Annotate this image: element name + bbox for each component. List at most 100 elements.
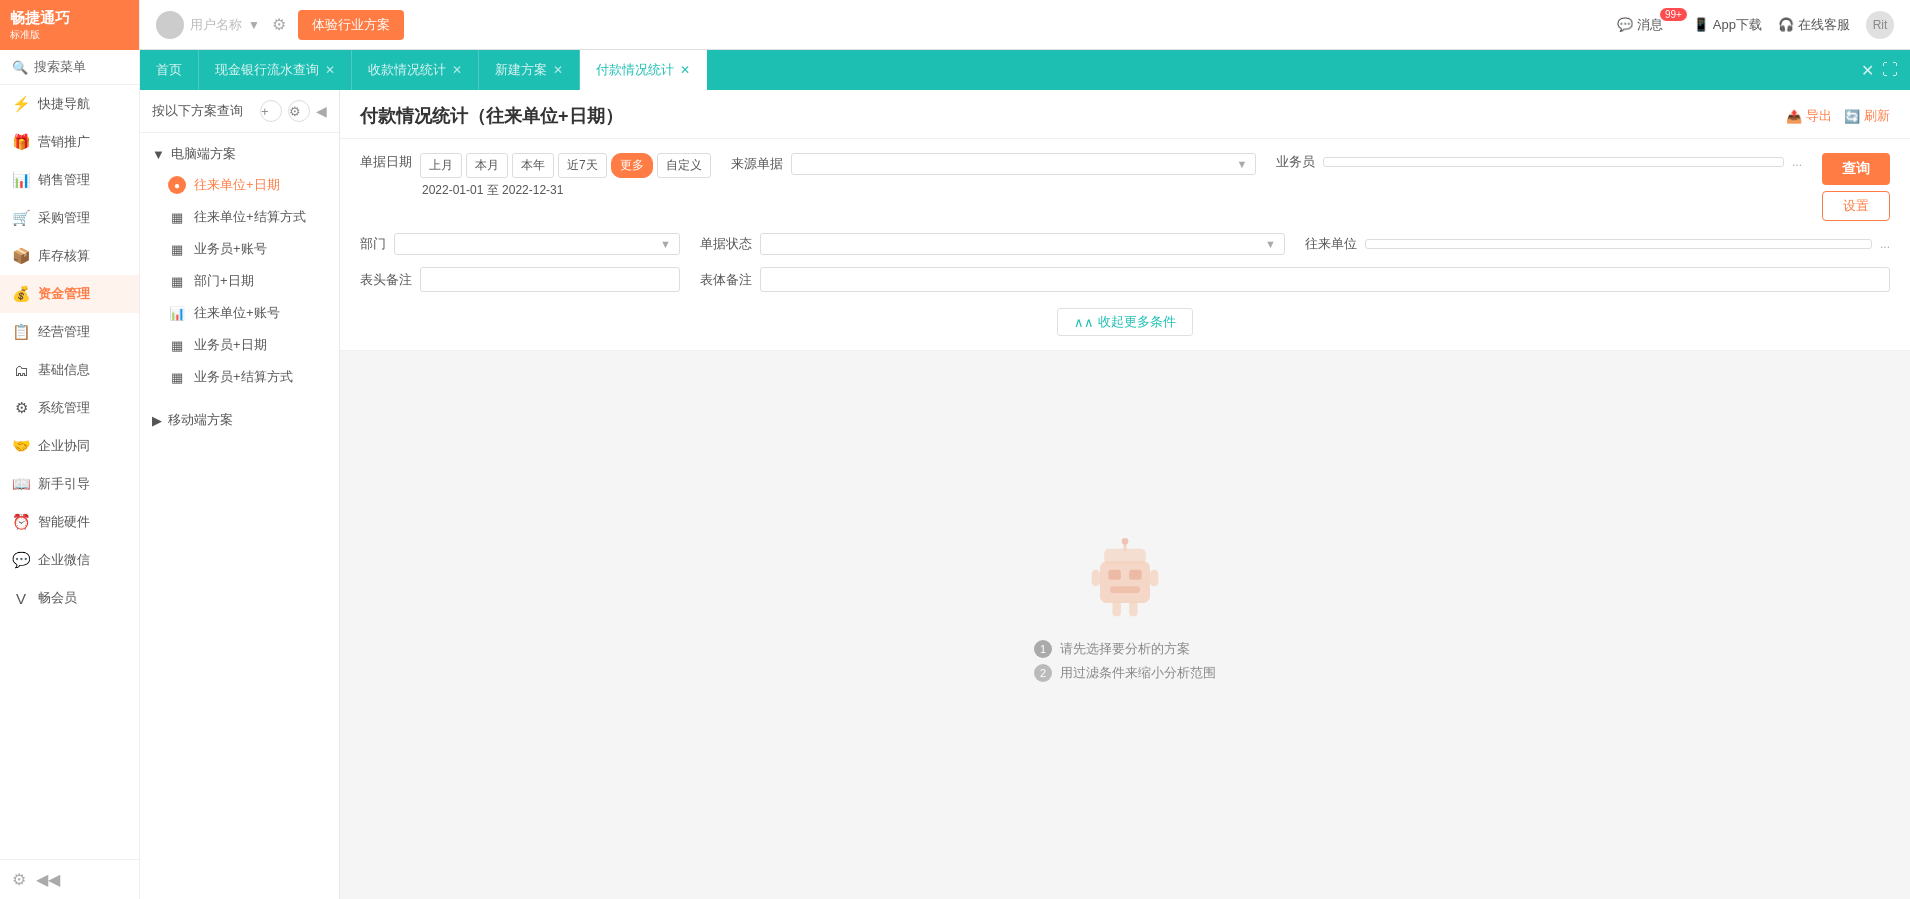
add-scheme-btn[interactable]: +: [260, 100, 282, 122]
date-btn-this-year[interactable]: 本年: [512, 153, 554, 178]
collapse-panel-icon[interactable]: ◀: [316, 103, 327, 119]
dept-date-scheme-label: 部门+日期: [194, 272, 254, 290]
tab-home[interactable]: 首页: [140, 50, 199, 90]
partner-label: 往来单位: [1305, 235, 1357, 253]
date-btn-custom[interactable]: 自定义: [657, 153, 711, 178]
purchase-label: 采购管理: [38, 209, 90, 227]
staff-dots[interactable]: ...: [1792, 155, 1802, 169]
partner-date-scheme-label: 往来单位+日期: [194, 176, 280, 194]
sidebar-item-system[interactable]: ⚙ 系统管理: [0, 389, 139, 427]
export-btn[interactable]: 📤 导出: [1786, 107, 1832, 125]
dept-label: 部门: [360, 235, 386, 253]
user-avatar-top[interactable]: Rit: [1866, 11, 1894, 39]
svg-rect-0: [1100, 561, 1150, 603]
scheme-item-partner-settle[interactable]: ▦ 往来单位+结算方式: [140, 201, 339, 233]
staff-label: 业务员: [1276, 153, 1315, 171]
export-label: 导出: [1806, 107, 1832, 125]
refresh-btn[interactable]: 🔄 刷新: [1844, 107, 1890, 125]
sidebar-item-finance[interactable]: 💰 资金管理: [0, 275, 139, 313]
sidebar-item-guide[interactable]: 📖 新手引导: [0, 465, 139, 503]
dept-select[interactable]: ▼: [394, 233, 680, 255]
date-btn-this-month[interactable]: 本月: [466, 153, 508, 178]
enterprise-icon: 🤝: [12, 437, 30, 455]
system-icon: ⚙: [12, 399, 30, 417]
scheme-item-partner-date[interactable]: ● 往来单位+日期: [140, 169, 339, 201]
tab-close-new-plan[interactable]: ✕: [553, 63, 563, 77]
doc-status-select[interactable]: ▼: [760, 233, 1285, 255]
sidebar-item-hardware[interactable]: ⏰ 智能硬件: [0, 503, 139, 541]
sidebar-item-inventory[interactable]: 📦 库存核算: [0, 237, 139, 275]
staff-account-scheme-icon: ▦: [168, 240, 186, 258]
tab-maximize-icon[interactable]: ⛶: [1882, 61, 1898, 79]
tab-payment-stats[interactable]: 付款情况统计✕: [580, 50, 707, 90]
settings-bottom-icon[interactable]: ⚙: [12, 870, 26, 889]
page-header-actions: 📤 导出 🔄 刷新: [1786, 107, 1890, 125]
scheme-settings-btn[interactable]: ⚙: [288, 100, 310, 122]
tab-new-plan[interactable]: 新建方案✕: [479, 50, 580, 90]
right-content: 付款情况统计（往来单位+日期） 📤 导出 🔄 刷新: [340, 90, 1910, 899]
partner-dots[interactable]: ...: [1880, 237, 1890, 251]
collapse-conditions-btn[interactable]: ∧∧ 收起更多条件: [1057, 308, 1193, 336]
mobile-group-title[interactable]: ▶ 移动端方案: [140, 405, 339, 435]
partner-select[interactable]: [1365, 239, 1872, 249]
staff-select[interactable]: [1323, 157, 1784, 167]
operations-label: 经营管理: [38, 323, 90, 341]
top-settings-icon[interactable]: ⚙: [272, 15, 286, 34]
date-btn-more[interactable]: 更多: [611, 153, 653, 178]
scheme-item-staff-settle[interactable]: ▦ 业务员+结算方式: [140, 361, 339, 393]
filter-settings-btn[interactable]: 设置: [1822, 191, 1890, 221]
sidebar-item-operations[interactable]: 📋 经营管理: [0, 313, 139, 351]
tab-close-payment-stats[interactable]: ✕: [680, 63, 690, 77]
sidebar-item-vip[interactable]: V 畅会员: [0, 579, 139, 617]
try-industry-btn[interactable]: 体验行业方案: [298, 10, 404, 40]
tab-close-all-icon[interactable]: ✕: [1861, 61, 1874, 80]
messages-btn[interactable]: 💬 消息 99+: [1617, 16, 1677, 34]
partner-account-scheme-label: 往来单位+账号: [194, 304, 280, 322]
search-menu[interactable]: 🔍 搜索菜单: [0, 50, 139, 85]
app-download-btn[interactable]: 📱 App下载: [1693, 16, 1762, 34]
top-bar-right: 💬 消息 99+ 📱 App下载 🎧 在线客服 Rit: [1617, 11, 1894, 39]
vip-icon: V: [12, 589, 30, 607]
staff-settle-scheme-label: 业务员+结算方式: [194, 368, 293, 386]
service-icon: 🎧: [1778, 17, 1794, 32]
scheme-item-staff-date[interactable]: ▦ 业务员+日期: [140, 329, 339, 361]
sidebar-item-enterprise[interactable]: 🤝 企业协同: [0, 427, 139, 465]
scheme-item-staff-account[interactable]: ▦ 业务员+账号: [140, 233, 339, 265]
top-bar-user: 用户名称 ▼: [156, 11, 260, 39]
sidebar-logo: 畅捷通巧 标准版: [0, 0, 139, 50]
inventory-icon: 📦: [12, 247, 30, 265]
tab-close-receipt-stats[interactable]: ✕: [452, 63, 462, 77]
tab-cash-flow[interactable]: 现金银行流水查询✕: [199, 50, 352, 90]
sidebar-item-basic-info[interactable]: 🗂 基础信息: [0, 351, 139, 389]
sidebar-item-sales[interactable]: 📊 销售管理: [0, 161, 139, 199]
sidebar-item-quick-nav[interactable]: ⚡ 快捷导航: [0, 85, 139, 123]
svg-point-10: [1122, 538, 1129, 545]
svg-rect-3: [1110, 586, 1140, 593]
pc-group-title[interactable]: ▼ 电脑端方案: [140, 139, 339, 169]
quick-nav-label: 快捷导航: [38, 95, 90, 113]
query-btn[interactable]: 查询: [1822, 153, 1890, 185]
sidebar-item-marketing[interactable]: 🎁 营销推广: [0, 123, 139, 161]
online-service-btn[interactable]: 🎧 在线客服: [1778, 16, 1850, 34]
collapse-sidebar-icon[interactable]: ◀◀: [36, 870, 60, 889]
message-icon: 💬: [1617, 17, 1633, 32]
tab-receipt-stats[interactable]: 收款情况统计✕: [352, 50, 479, 90]
scheme-item-partner-account[interactable]: 📊 往来单位+账号: [140, 297, 339, 329]
date-options: 上月本月本年近7天更多自定义: [420, 153, 711, 178]
sidebar-item-purchase[interactable]: 🛒 采购管理: [0, 199, 139, 237]
date-btn-last-7-days[interactable]: 近7天: [558, 153, 607, 178]
user-display-name: 用户名称: [190, 16, 242, 34]
scheme-item-dept-date[interactable]: ▦ 部门+日期: [140, 265, 339, 297]
source-doc-select[interactable]: ▼: [791, 153, 1257, 175]
table-header-note-input[interactable]: [420, 267, 680, 292]
user-avatar-small: [156, 11, 184, 39]
empty-robot-icon: [1075, 528, 1175, 628]
tab-close-cash-flow[interactable]: ✕: [325, 63, 335, 77]
finance-label: 资金管理: [38, 285, 90, 303]
hardware-icon: ⏰: [12, 513, 30, 531]
sidebar-item-wechat[interactable]: 💬 企业微信: [0, 541, 139, 579]
collapse-conditions-label: 收起更多条件: [1098, 313, 1176, 331]
svg-rect-6: [1113, 601, 1121, 616]
date-btn-last-month[interactable]: 上月: [420, 153, 462, 178]
table-body-note-input[interactable]: [760, 267, 1890, 292]
